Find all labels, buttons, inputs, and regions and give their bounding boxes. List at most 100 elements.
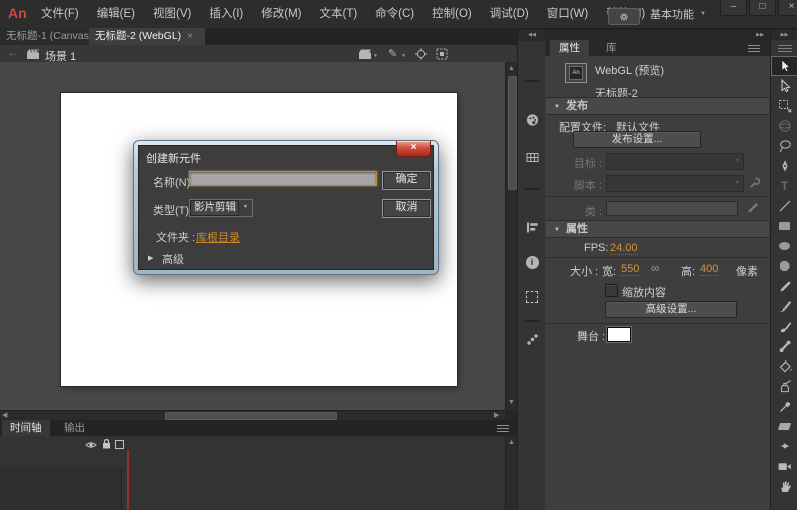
eraser-tool[interactable] bbox=[771, 416, 797, 436]
menu-item[interactable]: 调试(D) bbox=[481, 0, 538, 28]
pen-tool[interactable] bbox=[771, 156, 797, 176]
h-scroll-thumb[interactable] bbox=[165, 412, 337, 420]
pencil-icon[interactable] bbox=[746, 201, 759, 214]
dock-group-grip[interactable] bbox=[525, 80, 539, 82]
link-icon[interactable]: ∞ bbox=[651, 261, 660, 275]
camera-tool[interactable] bbox=[771, 456, 797, 476]
menu-item[interactable]: 文件(F) bbox=[32, 0, 88, 28]
eyedropper-tool[interactable] bbox=[771, 396, 797, 416]
transform-panel-button[interactable] bbox=[518, 284, 546, 310]
dialog-close-button[interactable]: × bbox=[396, 141, 431, 157]
playhead-line[interactable] bbox=[127, 450, 129, 510]
scroll-up-icon[interactable]: ▲ bbox=[508, 64, 515, 74]
an-badge-icon: An bbox=[569, 66, 583, 80]
workspace-switcher[interactable]: 基本功能 ▼ bbox=[650, 0, 706, 28]
symbol-name-input[interactable] bbox=[189, 171, 377, 186]
lasso-tool[interactable] bbox=[771, 136, 797, 156]
lock-icon[interactable] bbox=[100, 438, 113, 450]
scroll-up-icon[interactable]: ▲ bbox=[508, 438, 515, 448]
edit-scene-icon[interactable] bbox=[358, 48, 372, 60]
outline-view-icon[interactable] bbox=[115, 440, 124, 449]
folder-link[interactable]: 库根目录 bbox=[196, 229, 240, 245]
publish-section-header[interactable]: ▼发布 bbox=[546, 97, 769, 115]
text-tool[interactable]: T bbox=[771, 176, 797, 196]
collapse-panels-icon[interactable]: ▶▶ bbox=[771, 30, 797, 40]
dock-group-grip[interactable] bbox=[525, 188, 539, 190]
close-button[interactable]: × bbox=[778, 0, 797, 16]
color-panel-button[interactable] bbox=[518, 106, 546, 132]
v-scroll-thumb[interactable] bbox=[508, 76, 517, 190]
fps-value[interactable]: 24.00 bbox=[610, 242, 638, 255]
tab-output[interactable]: 输出 bbox=[56, 420, 93, 436]
oval-tool[interactable] bbox=[771, 236, 797, 256]
line-tool[interactable] bbox=[771, 196, 797, 216]
advanced-label[interactable]: 高级 bbox=[162, 251, 184, 267]
document-tab-untitled1[interactable]: 无标题-1 (Canvas)× bbox=[0, 28, 101, 45]
maximize-button[interactable]: □ bbox=[749, 0, 776, 16]
collapse-panels-icon[interactable]: ▶▶ bbox=[545, 30, 770, 40]
dock-group-grip[interactable] bbox=[525, 320, 539, 322]
width-tool[interactable] bbox=[771, 436, 797, 456]
script-select[interactable]: ▼ bbox=[606, 175, 744, 192]
motion-presets-panel-button[interactable] bbox=[518, 326, 546, 352]
free-transform-tool[interactable] bbox=[771, 96, 797, 116]
panel-menu-icon[interactable] bbox=[748, 45, 760, 52]
info-panel-button[interactable]: i bbox=[518, 249, 546, 275]
menu-item[interactable]: 插入(I) bbox=[200, 0, 252, 28]
stage-color-swatch[interactable] bbox=[607, 327, 631, 342]
selection-tool[interactable] bbox=[771, 56, 797, 76]
tab-close-icon[interactable]: × bbox=[187, 31, 193, 42]
minimize-button[interactable]: – bbox=[720, 0, 747, 16]
edit-symbols-icon[interactable]: ✎ bbox=[388, 47, 397, 60]
width-value[interactable]: 550 bbox=[621, 263, 639, 276]
wrench-icon[interactable] bbox=[748, 176, 761, 189]
panel-menu-icon[interactable] bbox=[497, 425, 509, 432]
back-arrow-icon[interactable]: ← bbox=[7, 47, 18, 59]
menu-item[interactable]: 窗口(W) bbox=[538, 0, 598, 28]
gear-icon bbox=[618, 11, 630, 23]
publish-settings-button[interactable]: 发布设置... bbox=[573, 131, 701, 148]
bone-tool[interactable] bbox=[771, 336, 797, 356]
symbol-type-select[interactable]: 影片剪辑 ▼ bbox=[189, 199, 253, 217]
advanced-expander-icon[interactable]: ▶ bbox=[148, 254, 153, 262]
clip-content-icon[interactable] bbox=[435, 47, 449, 61]
pencil-icon bbox=[778, 279, 792, 293]
align-panel-button[interactable] bbox=[518, 214, 546, 240]
hand-tool[interactable] bbox=[771, 476, 797, 496]
menu-item[interactable]: 控制(O) bbox=[423, 0, 481, 28]
menu-item[interactable]: 命令(C) bbox=[366, 0, 423, 28]
ok-button[interactable]: 确定 bbox=[382, 171, 431, 190]
menu-item[interactable]: 视图(V) bbox=[144, 0, 200, 28]
document-tab-untitled2[interactable]: 无标题-2 (WebGL)× bbox=[89, 28, 205, 45]
center-frame-icon[interactable] bbox=[414, 47, 428, 61]
menu-item[interactable]: 编辑(E) bbox=[88, 0, 144, 28]
sync-settings-button[interactable] bbox=[608, 8, 640, 25]
paint-brush-tool[interactable] bbox=[771, 296, 797, 316]
paint-bucket-tool[interactable] bbox=[771, 356, 797, 376]
menu-item[interactable]: 修改(M) bbox=[252, 0, 310, 28]
tab-timeline[interactable]: 时间轴 bbox=[2, 420, 50, 436]
panel-menu-icon[interactable] bbox=[778, 44, 792, 52]
rectangle-tool[interactable] bbox=[771, 216, 797, 236]
eye-icon[interactable] bbox=[85, 440, 97, 450]
height-value[interactable]: 400 bbox=[700, 263, 718, 276]
tab-properties[interactable]: 属性 bbox=[550, 40, 589, 56]
ink-bottle-tool[interactable] bbox=[771, 376, 797, 396]
menu-item[interactable]: 文本(T) bbox=[310, 0, 366, 28]
pencil-tool[interactable] bbox=[771, 276, 797, 296]
subselection-tool[interactable] bbox=[771, 76, 797, 96]
expand-panels-icon[interactable]: ◀◀ bbox=[518, 30, 546, 41]
advanced-settings-button[interactable]: 高级设置... bbox=[605, 301, 737, 318]
scale-content-checkbox[interactable] bbox=[605, 284, 618, 297]
brush-tool[interactable] bbox=[771, 316, 797, 336]
cancel-button[interactable]: 取消 bbox=[382, 199, 431, 218]
scroll-down-icon[interactable]: ▼ bbox=[508, 398, 515, 408]
swatches-panel-button[interactable] bbox=[518, 144, 546, 170]
layer-list-empty-area[interactable] bbox=[0, 467, 122, 510]
tab-library[interactable]: 库 bbox=[597, 40, 626, 56]
properties-section-header[interactable]: ▼属性 bbox=[546, 220, 769, 238]
target-select[interactable]: ▼ bbox=[606, 153, 744, 170]
3d-rotation-tool[interactable] bbox=[771, 116, 797, 136]
class-input[interactable] bbox=[606, 201, 738, 216]
polystar-tool[interactable] bbox=[771, 256, 797, 276]
